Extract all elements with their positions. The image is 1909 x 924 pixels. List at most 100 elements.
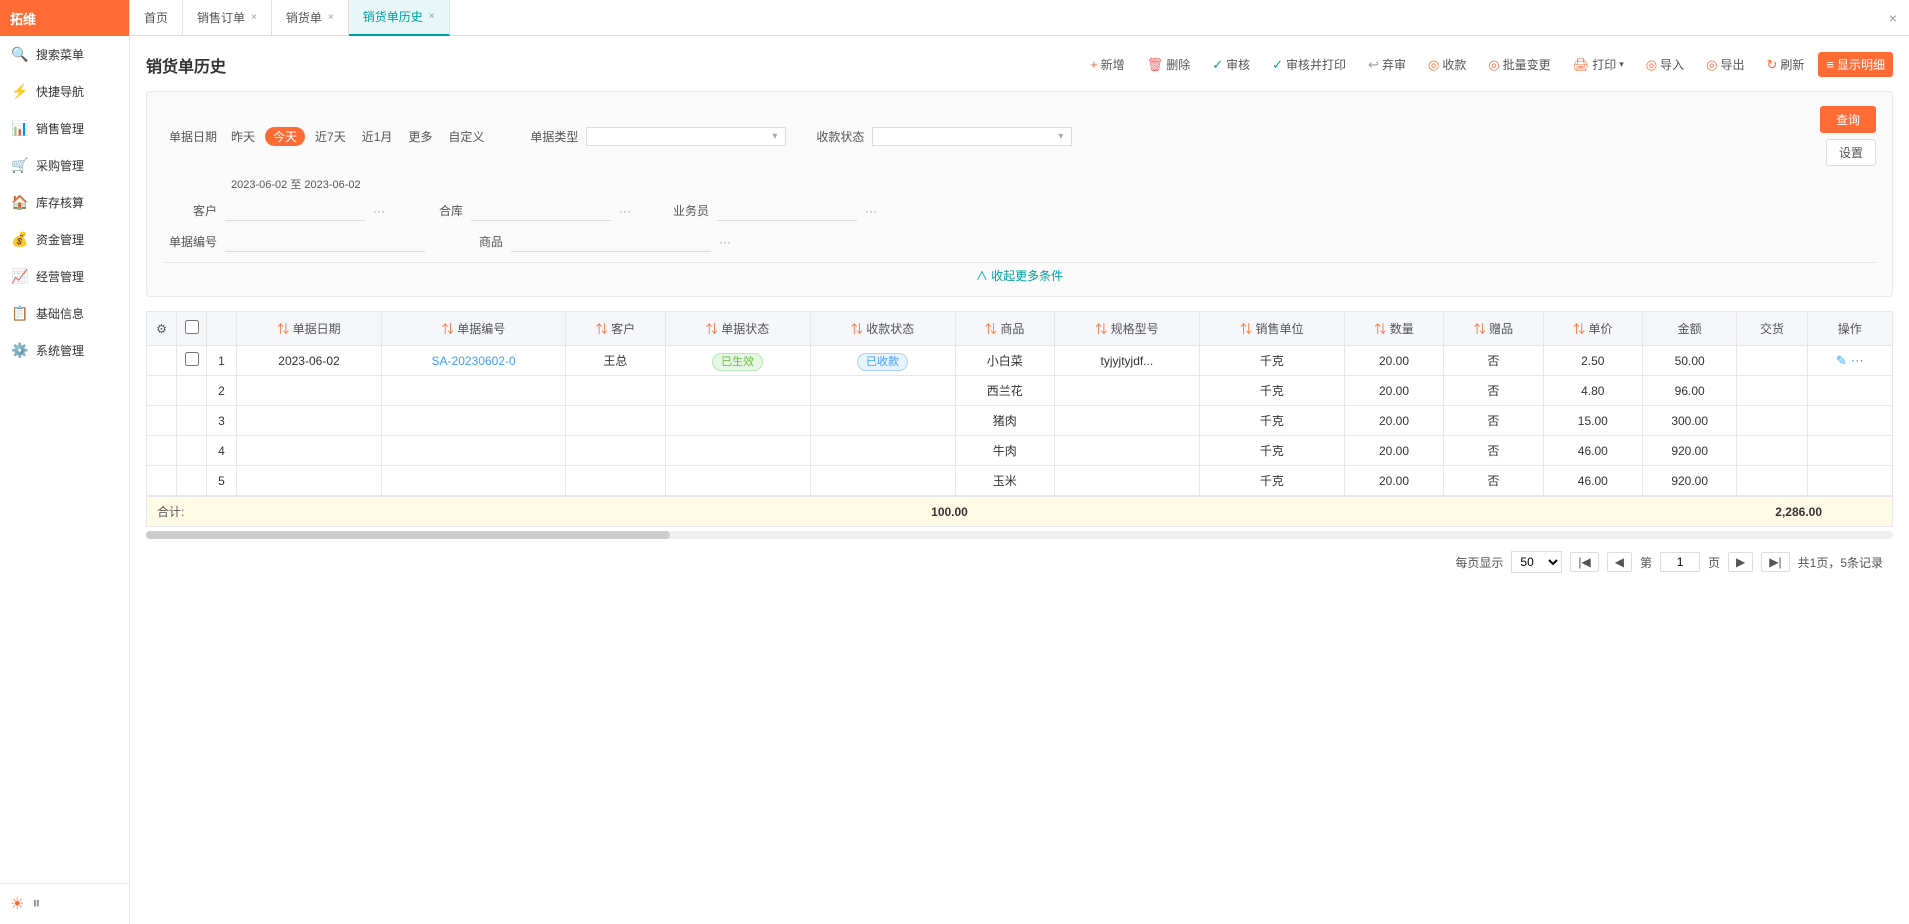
tab-sales-order-close[interactable]: ×: [251, 12, 257, 23]
sidebar-item-basic-info[interactable]: 📋 基础信息: [0, 295, 129, 332]
sort-icon-6: ⇅: [985, 322, 997, 336]
col-doc-date[interactable]: ⇅ 单据日期: [237, 312, 382, 346]
tab-sales-invoice[interactable]: 销货单 ×: [272, 0, 349, 36]
date-tag-7days[interactable]: 近7天: [309, 127, 352, 146]
tab-sales-invoice-close[interactable]: ×: [328, 12, 334, 23]
spec-cell: [1054, 376, 1199, 406]
tab-home[interactable]: 首页: [130, 0, 183, 36]
export-icon: ◎: [1706, 57, 1717, 73]
audit-print-icon: ✓: [1272, 57, 1283, 73]
spec-cell: [1054, 406, 1199, 436]
sidebar-item-quick-nav[interactable]: ⚡ 快捷导航: [0, 73, 129, 110]
settings-gear-icon: ⚙: [156, 322, 167, 336]
col-settings[interactable]: ⚙: [147, 312, 177, 346]
col-unit[interactable]: ⇅ 销售单位: [1199, 312, 1344, 346]
docnumber-input[interactable]: [225, 231, 425, 252]
per-page-label: 每页显示: [1455, 554, 1503, 571]
date-tag-today[interactable]: 今天: [265, 127, 305, 146]
batch-label: 批量变更: [1503, 56, 1551, 73]
collect-status-cell: 已收款: [810, 346, 955, 376]
show-detail-button[interactable]: ≡ 显示明细: [1818, 52, 1893, 77]
app-logo: 拓维: [0, 0, 129, 36]
customer-input[interactable]: [225, 200, 365, 221]
sidebar-bottom-icon2[interactable]: ⏸: [32, 895, 40, 913]
horizontal-scrollbar[interactable]: [146, 531, 1893, 539]
sidebar-item-purchase-mgmt[interactable]: 🛒 采购管理: [0, 147, 129, 184]
sidebar-item-search-menu[interactable]: 🔍 搜索菜单: [0, 36, 129, 73]
date-label: 单据日期: [163, 128, 217, 145]
sidebar-label-purchase: 采购管理: [36, 157, 84, 174]
refresh-button[interactable]: ↻ 刷新: [1758, 52, 1812, 77]
sidebar-item-operations[interactable]: 📈 经营管理: [0, 258, 129, 295]
col-customer[interactable]: ⇅ 客户: [566, 312, 665, 346]
edit-icon[interactable]: ✎: [1836, 353, 1847, 368]
tab-sales-order[interactable]: 销售订单 ×: [183, 0, 272, 36]
col-gift[interactable]: ⇅ 赠品: [1444, 312, 1543, 346]
query-button[interactable]: 查询: [1820, 106, 1876, 133]
collect-button[interactable]: ◎ 收款: [1420, 52, 1474, 77]
customer-cell: [566, 406, 665, 436]
unit-cell: 千克: [1199, 406, 1344, 436]
col-unit-price[interactable]: ⇅ 单价: [1543, 312, 1642, 346]
col-doc-number[interactable]: ⇅ 单据编号: [381, 312, 565, 346]
main-area: 首页 销售订单 × 销货单 × 销货单历史 × × 销货单历史 + 新增: [130, 0, 1909, 924]
col-qty[interactable]: ⇅ 数量: [1344, 312, 1443, 346]
col-checkbox[interactable]: [177, 312, 207, 346]
print-button[interactable]: 🖨 打印 ▾: [1565, 52, 1632, 77]
delete-button[interactable]: 🗑 删除: [1139, 52, 1199, 77]
col-doc-status[interactable]: ⇅ 单据状态: [665, 312, 810, 346]
doctype-select[interactable]: ▾: [586, 127, 786, 146]
sidebar-item-sales-mgmt[interactable]: 📊 销售管理: [0, 110, 129, 147]
sidebar-bottom-icon1[interactable]: ☀: [10, 894, 24, 914]
warehouse-more[interactable]: ···: [619, 204, 631, 218]
goods-input[interactable]: [511, 231, 711, 252]
close-all-tabs[interactable]: ×: [1877, 10, 1909, 26]
date-range-display: 2023-06-02 至 2023-06-02: [231, 179, 361, 191]
per-page-select[interactable]: 50 100: [1511, 551, 1562, 573]
export-button[interactable]: ◎ 导出: [1698, 52, 1752, 77]
customer-more[interactable]: ···: [373, 204, 385, 218]
col-goods[interactable]: ⇅ 商品: [955, 312, 1054, 346]
audit-button[interactable]: ✓ 审核: [1204, 52, 1258, 77]
audit-print-button[interactable]: ✓ 审核并打印: [1264, 52, 1354, 77]
last-page-button[interactable]: ▶|: [1761, 552, 1789, 572]
date-tag-1month[interactable]: 近1月: [356, 127, 399, 146]
show-detail-label: 显示明细: [1837, 56, 1885, 73]
prev-page-button[interactable]: ◀: [1607, 552, 1632, 572]
date-tag-yesterday[interactable]: 昨天: [225, 127, 261, 146]
table-row: 2西兰花千克20.00否4.8096.00: [147, 376, 1893, 406]
sidebar-item-finance[interactable]: 💰 资金管理: [0, 221, 129, 258]
col-spec[interactable]: ⇅ 规格型号: [1054, 312, 1199, 346]
first-page-button[interactable]: |◀: [1570, 552, 1598, 572]
row-checkbox-cell[interactable]: [177, 346, 207, 376]
sidebar-item-inventory[interactable]: 🏠 库存核算: [0, 184, 129, 221]
setting-button[interactable]: 设置: [1826, 139, 1876, 166]
add-button[interactable]: + 新增: [1082, 52, 1133, 77]
cart-icon: 🛒: [12, 158, 28, 174]
tab-sales-history[interactable]: 销货单历史 ×: [349, 0, 450, 36]
abandon-button[interactable]: ↩ 弃审: [1360, 52, 1414, 77]
warehouse-input[interactable]: [471, 200, 611, 221]
salesperson-more[interactable]: ···: [865, 204, 877, 218]
refresh-label: 刷新: [1780, 56, 1804, 73]
date-tag-custom[interactable]: 自定义: [442, 127, 490, 146]
doc-number-cell[interactable]: SA-20230602-0: [381, 346, 565, 376]
sidebar-label-quick: 快捷导航: [36, 83, 84, 100]
tab-sales-history-close[interactable]: ×: [429, 11, 435, 22]
col-collect-status[interactable]: ⇅ 收款状态: [810, 312, 955, 346]
import-button[interactable]: ◎ 导入: [1638, 52, 1692, 77]
salesperson-input[interactable]: [717, 200, 857, 221]
collapse-button[interactable]: ∧ 收起更多条件: [163, 262, 1876, 288]
goods-more[interactable]: ···: [719, 235, 731, 249]
sidebar-item-sys-mgmt[interactable]: ⚙️ 系统管理: [0, 332, 129, 369]
collect-status-select[interactable]: ▾: [872, 127, 1072, 146]
col-amount[interactable]: 金额: [1643, 312, 1737, 346]
batch-change-button[interactable]: ◎ 批量变更: [1480, 52, 1558, 77]
row-checkbox[interactable]: [185, 352, 199, 366]
more-action-icon[interactable]: ⋯: [1851, 353, 1864, 368]
page-number-input[interactable]: [1660, 552, 1700, 572]
doc-date-cell: [237, 406, 382, 436]
date-tag-more[interactable]: 更多: [402, 127, 438, 146]
select-all-checkbox[interactable]: [185, 320, 199, 334]
next-page-button[interactable]: ▶: [1728, 552, 1753, 572]
